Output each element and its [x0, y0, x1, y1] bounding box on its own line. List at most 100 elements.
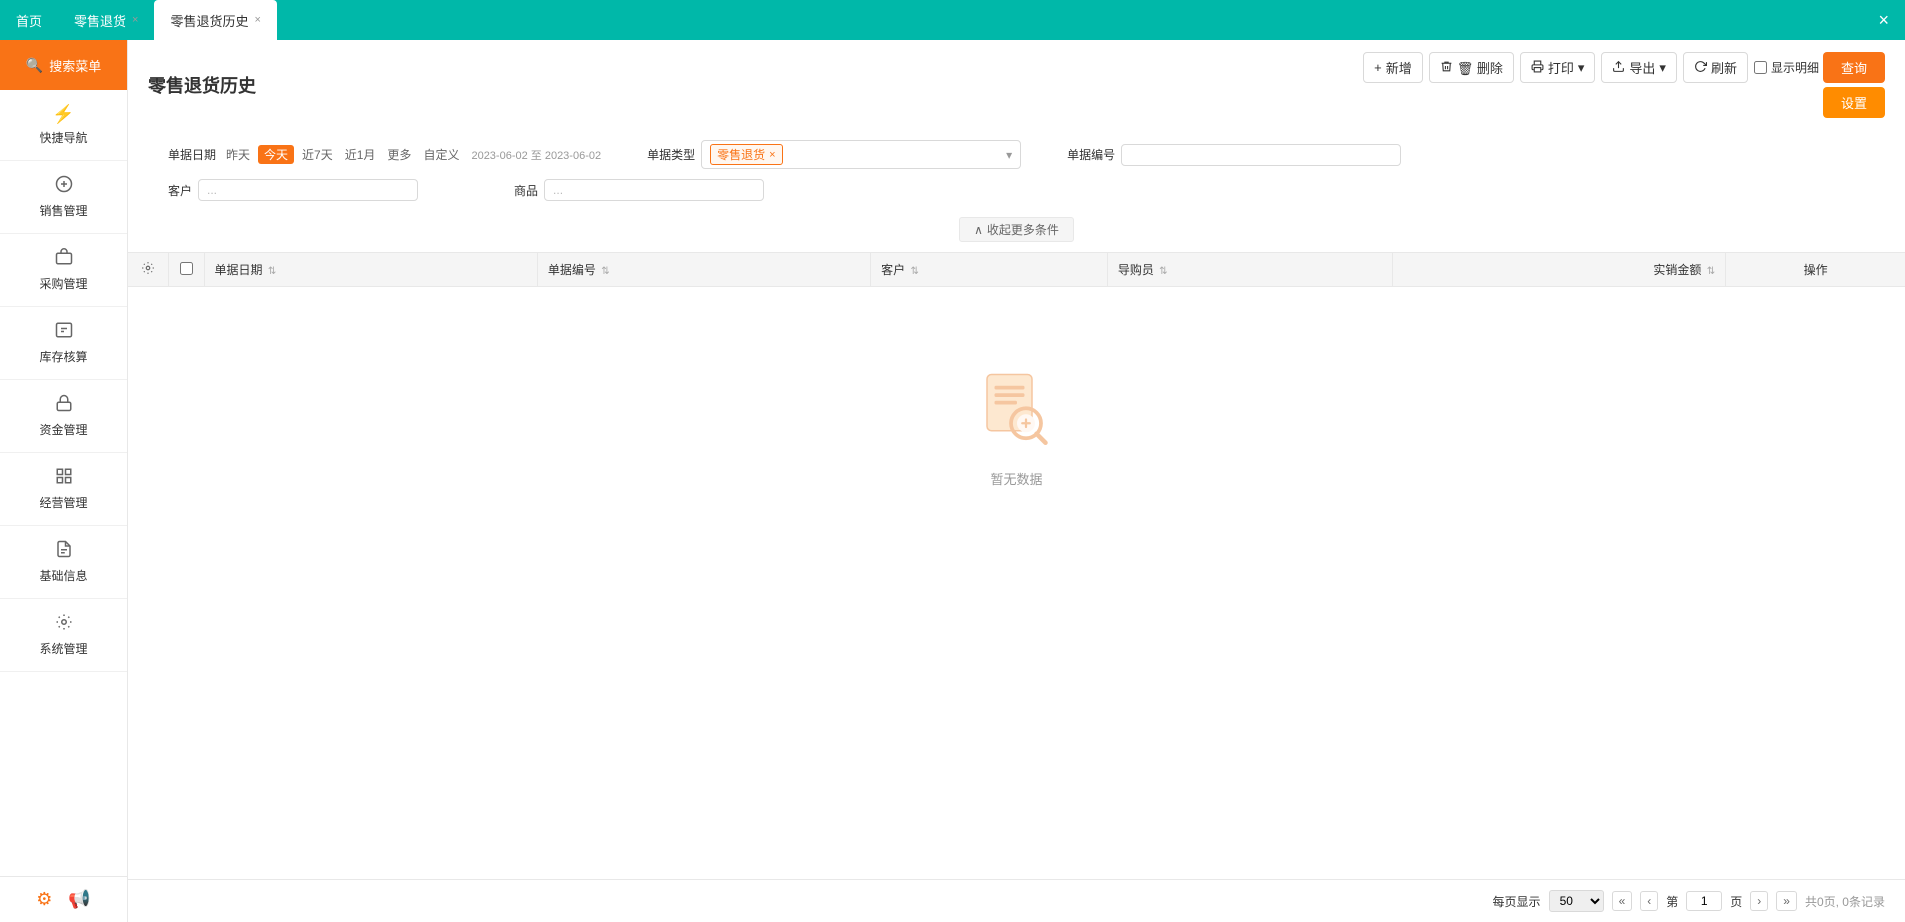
- date-opt-more[interactable]: 更多: [383, 145, 415, 164]
- th-amount-label: 实销金额: [1653, 263, 1701, 277]
- export-chevron-icon: ▾: [1659, 60, 1666, 76]
- per-page-label: 每页显示: [1493, 893, 1541, 910]
- th-actual-amount[interactable]: 实销金额 ⇅: [1392, 253, 1725, 287]
- collapse-up-icon: ∧: [974, 223, 983, 237]
- print-icon: [1531, 60, 1544, 76]
- tab-home-label: 首页: [16, 11, 42, 30]
- sales-icon: [55, 175, 73, 198]
- th-checkbox[interactable]: [168, 253, 204, 287]
- first-page-button[interactable]: «: [1612, 891, 1633, 911]
- export-button[interactable]: 导出 ▾: [1601, 52, 1677, 83]
- query-button[interactable]: 查询: [1823, 52, 1885, 83]
- th-date[interactable]: 单据日期 ⇅: [204, 253, 537, 287]
- display-detail-checkbox[interactable]: [1754, 61, 1767, 74]
- sidebar-item-funds-mgmt[interactable]: 资金管理: [0, 380, 127, 453]
- filter-voucher: 单据编号: [1067, 144, 1401, 166]
- date-filter-label: 单据日期: [168, 146, 216, 163]
- empty-row: 暂无数据: [128, 287, 1905, 549]
- type-filter-label: 单据类型: [647, 146, 695, 163]
- prev-page-button[interactable]: ‹: [1640, 891, 1658, 911]
- refresh-button[interactable]: 刷新: [1683, 52, 1748, 83]
- page-title: 零售退货历史: [148, 72, 256, 98]
- delete-label: 🗑 删除: [1457, 58, 1503, 77]
- th-voucher-label: 单据编号: [548, 263, 596, 277]
- page-header-top: 零售退货历史 + 新增 🗑 删除: [148, 52, 1885, 118]
- setting-button[interactable]: 设置: [1823, 87, 1885, 118]
- goods-input[interactable]: ...: [544, 179, 764, 201]
- date-opt-custom[interactable]: 自定义: [419, 145, 463, 164]
- new-button[interactable]: + 新增: [1363, 52, 1423, 83]
- sidebar-item-sales-mgmt[interactable]: 销售管理: [0, 161, 127, 234]
- bottom-speaker-icon[interactable]: 📢: [68, 889, 90, 910]
- type-tag-close[interactable]: ×: [769, 149, 775, 161]
- filter-row-1: 单据日期 昨天 今天 近7天 近1月 更多 自定义 2023-06-02 至 2…: [168, 140, 1865, 169]
- delete-button[interactable]: 🗑 删除: [1429, 52, 1514, 83]
- goods-placeholder: ...: [553, 183, 563, 197]
- top-bar: 首页 零售退货 × 零售退货历史 × ×: [0, 0, 1905, 40]
- filter-customer: 客户 ...: [168, 179, 418, 201]
- page-label: 第: [1666, 893, 1678, 910]
- date-opt-last7[interactable]: 近7天: [298, 145, 337, 164]
- page-header: 零售退货历史 + 新增 🗑 删除: [128, 40, 1905, 253]
- tab-retail-return-history[interactable]: 零售退货历史 ×: [154, 0, 276, 40]
- th-customer[interactable]: 客户 ⇅: [871, 253, 1108, 287]
- customer-input[interactable]: ...: [198, 179, 418, 201]
- th-voucher-no[interactable]: 单据编号 ⇅: [537, 253, 870, 287]
- type-select[interactable]: 零售退货 × ▾: [701, 140, 1021, 169]
- sidebar-item-basic-info-label: 基础信息: [39, 567, 87, 584]
- date-opt-yesterday[interactable]: 昨天: [222, 145, 254, 164]
- th-settings[interactable]: [128, 253, 168, 287]
- th-date-sort-icon: ⇅: [268, 266, 276, 277]
- sidebar-item-system-label: 系统管理: [39, 640, 87, 657]
- print-button[interactable]: 打印 ▾: [1520, 52, 1596, 83]
- print-label: 打印: [1548, 58, 1574, 77]
- refresh-label: 刷新: [1711, 58, 1737, 77]
- sidebar-item-basic-info[interactable]: 基础信息: [0, 526, 127, 599]
- sidebar-search[interactable]: 🔍 搜索菜单: [0, 40, 127, 90]
- page-input[interactable]: [1686, 891, 1722, 911]
- next-page-button[interactable]: ›: [1750, 891, 1768, 911]
- sidebar-item-sales-label: 销售管理: [39, 202, 87, 219]
- sidebar-item-quick-nav[interactable]: ⚡ 快捷导航: [0, 90, 127, 161]
- th-action-label: 操作: [1804, 263, 1828, 277]
- customer-filter-label: 客户: [168, 182, 192, 199]
- table-wrap: 单据日期 ⇅ 单据编号 ⇅ 客户 ⇅ 导购员 ⇅: [128, 253, 1905, 879]
- last-page-button[interactable]: »: [1776, 891, 1797, 911]
- sidebar-item-operations-mgmt[interactable]: 经营管理: [0, 453, 127, 526]
- th-customer-label: 客户: [881, 263, 905, 277]
- sidebar-item-purchase-label: 采购管理: [39, 275, 87, 292]
- sidebar-item-operations-label: 经营管理: [39, 494, 87, 511]
- empty-state: 暂无数据: [128, 287, 1905, 548]
- page-suffix: 页: [1730, 893, 1742, 910]
- operations-icon: [55, 467, 73, 490]
- date-range-display: 2023-06-02 至 2023-06-02: [471, 147, 601, 163]
- tab-retail-return[interactable]: 零售退货 ×: [58, 0, 154, 40]
- sidebar-menu: ⚡ 快捷导航 销售管理 采购管理 库存核算: [0, 90, 127, 876]
- table-body: 暂无数据: [128, 287, 1905, 549]
- select-all-checkbox[interactable]: [180, 262, 193, 275]
- sidebar-item-purchase-mgmt[interactable]: 采购管理: [0, 234, 127, 307]
- tab-home[interactable]: 首页: [0, 0, 58, 40]
- voucher-input[interactable]: [1121, 144, 1401, 166]
- display-detail-checkbox-wrap[interactable]: 显示明细: [1754, 59, 1819, 76]
- per-page-select[interactable]: 50 10 20 100: [1549, 890, 1604, 912]
- th-guide[interactable]: 导购员 ⇅: [1107, 253, 1392, 287]
- tab-retail-return-history-close[interactable]: ×: [254, 14, 260, 26]
- date-opt-last-month[interactable]: 近1月: [341, 145, 380, 164]
- th-date-label: 单据日期: [215, 263, 263, 277]
- collapse-bar[interactable]: ∧ 收起更多条件: [168, 211, 1865, 252]
- table-header-row: 单据日期 ⇅ 单据编号 ⇅ 客户 ⇅ 导购员 ⇅: [128, 253, 1905, 287]
- export-label: 导出: [1629, 58, 1655, 77]
- th-customer-sort-icon: ⇅: [911, 266, 919, 277]
- sidebar-item-quick-nav-label: 快捷导航: [39, 129, 87, 146]
- bottom-gear-icon[interactable]: ⚙: [36, 889, 52, 910]
- tab-retail-return-close[interactable]: ×: [132, 14, 138, 26]
- window-close-button[interactable]: ×: [1862, 10, 1905, 31]
- pagination-bar: 每页显示 50 10 20 100 « ‹ 第 页 › » 共0页, 0条记录: [128, 879, 1905, 922]
- customer-placeholder: ...: [207, 183, 217, 197]
- sidebar-item-inventory-calc[interactable]: 库存核算: [0, 307, 127, 380]
- empty-icon: [972, 367, 1062, 457]
- date-opt-today[interactable]: 今天: [258, 145, 294, 164]
- empty-text: 暂无数据: [990, 469, 1042, 488]
- sidebar-item-system-mgmt[interactable]: 系统管理: [0, 599, 127, 672]
